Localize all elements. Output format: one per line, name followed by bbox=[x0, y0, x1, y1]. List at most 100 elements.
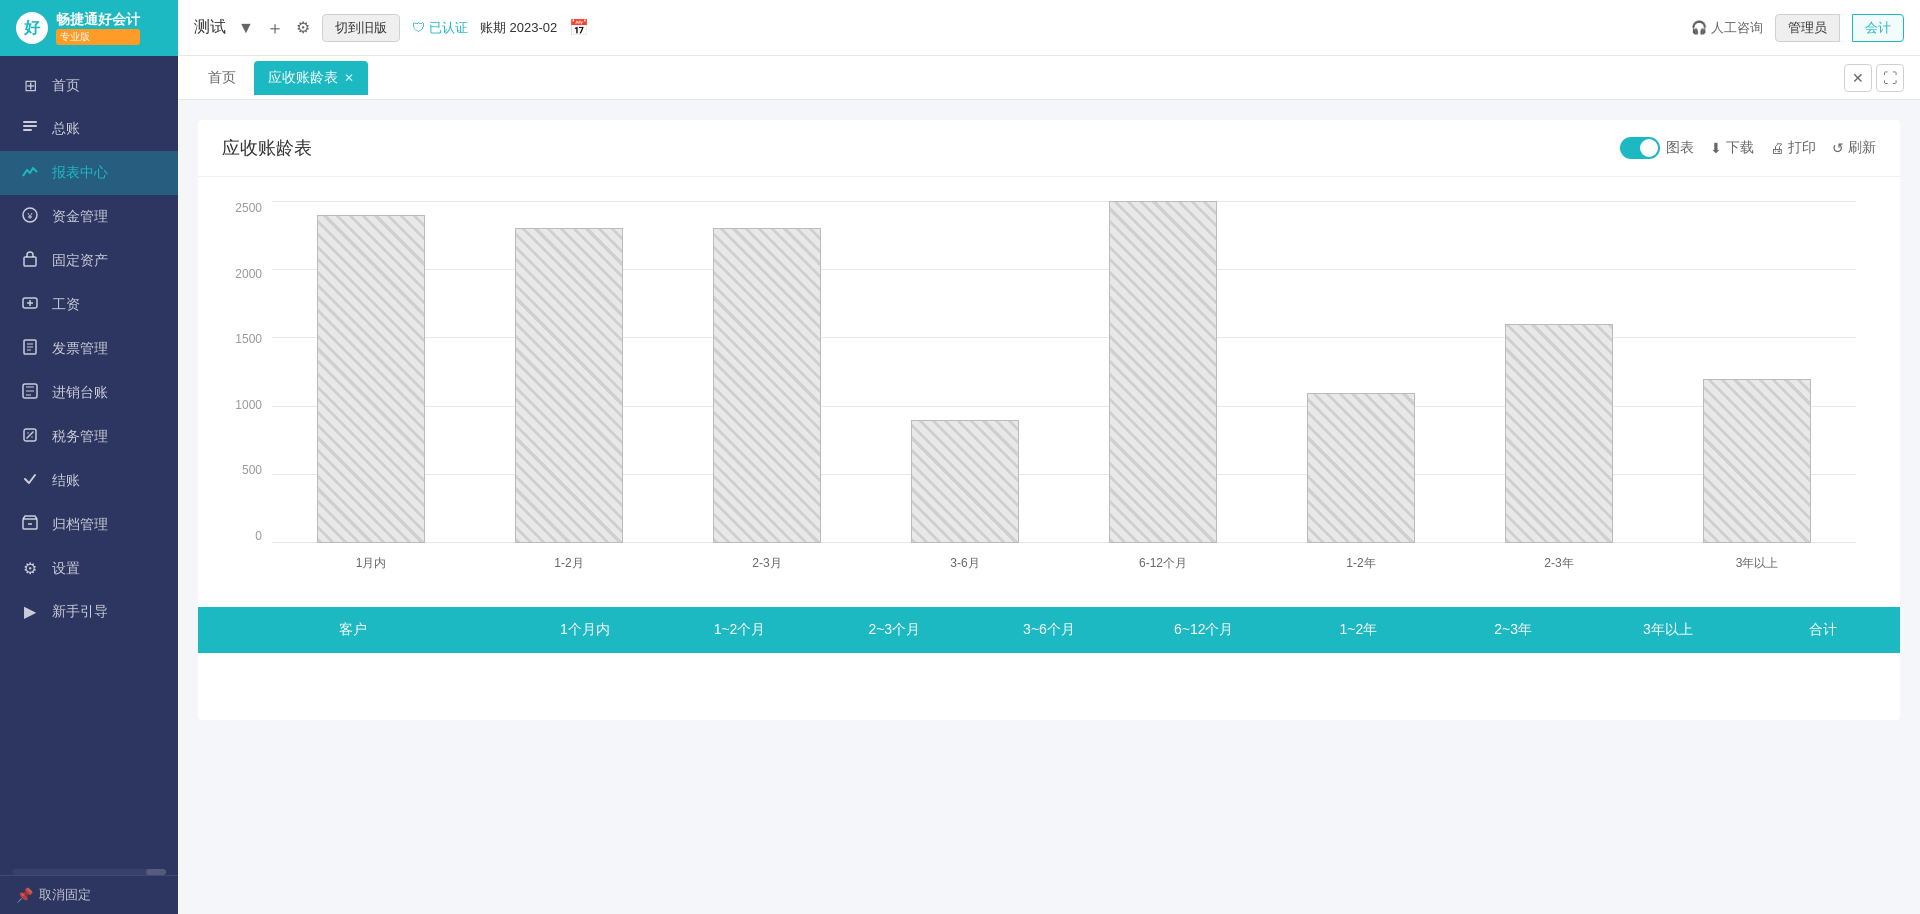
sidebar-label-ledger: 总账 bbox=[52, 120, 80, 138]
y-axis: 2500 2000 1500 1000 500 0 bbox=[222, 201, 262, 543]
sidebar-item-tax[interactable]: 税务管理 bbox=[0, 415, 178, 459]
sidebar-label-invoice: 发票管理 bbox=[52, 340, 108, 358]
tab-home[interactable]: 首页 bbox=[194, 61, 250, 95]
y-label-500: 500 bbox=[242, 463, 262, 477]
sidebar-label-tax: 税务管理 bbox=[52, 428, 108, 446]
logo-icon: 好 bbox=[16, 12, 48, 44]
x-label-2-3y: 2-3年 bbox=[1460, 547, 1658, 583]
archive-icon bbox=[20, 515, 40, 535]
accountant-btn[interactable]: 会计 bbox=[1852, 14, 1904, 42]
guide-icon: ▶ bbox=[20, 602, 40, 621]
period-label: 账期 2023-02 bbox=[480, 19, 557, 37]
chart-toggle[interactable] bbox=[1620, 137, 1660, 159]
home-icon: ⊞ bbox=[20, 76, 40, 95]
reports-icon bbox=[20, 163, 40, 183]
bar-1m bbox=[317, 215, 426, 543]
sidebar-label-funds: 资金管理 bbox=[52, 208, 108, 226]
sidebar-item-ledger[interactable]: 总账 bbox=[0, 107, 178, 151]
funds-icon: ¥ bbox=[20, 207, 40, 227]
sidebar-item-home[interactable]: ⊞ 首页 bbox=[0, 64, 178, 107]
sidebar-label-home: 首页 bbox=[52, 77, 80, 95]
bar-3-6m bbox=[911, 420, 1020, 543]
y-label-1000: 1000 bbox=[235, 398, 262, 412]
page-title: 应收账龄表 bbox=[222, 136, 1620, 160]
th-1m: 1个月内 bbox=[507, 607, 662, 653]
download-btn[interactable]: ⬇ 下载 bbox=[1710, 139, 1754, 157]
sidebar-item-reports[interactable]: 报表中心 bbox=[0, 151, 178, 195]
y-label-1500: 1500 bbox=[235, 332, 262, 346]
pin-icon: 📌 bbox=[16, 887, 33, 903]
admin-btn[interactable]: 管理员 bbox=[1775, 14, 1840, 42]
sidebar-item-guide[interactable]: ▶ 新手引导 bbox=[0, 590, 178, 633]
sidebar-item-closing[interactable]: 结账 bbox=[0, 459, 178, 503]
tab-ar-aging[interactable]: 应收账龄表 ✕ bbox=[254, 61, 368, 95]
th-2-3y: 2~3年 bbox=[1436, 607, 1591, 653]
company-name: 测试 bbox=[194, 17, 226, 38]
table-header: 客户 1个月内 1~2个月 2~3个月 3~6个月 6~12个月 1~2年 2~… bbox=[198, 607, 1900, 653]
y-label-2000: 2000 bbox=[235, 267, 262, 281]
sidebar-label-assets: 固定资产 bbox=[52, 252, 108, 270]
sidebar-item-archive[interactable]: 归档管理 bbox=[0, 503, 178, 547]
cancel-fixed-btn[interactable]: 📌 取消固定 bbox=[0, 875, 178, 914]
bar-2-3y bbox=[1505, 324, 1614, 543]
x-label-2-3m: 2-3月 bbox=[668, 547, 866, 583]
calendar-icon[interactable]: 📅 bbox=[569, 18, 589, 37]
refresh-label: 刷新 bbox=[1848, 139, 1876, 157]
bar-group-1-2y bbox=[1262, 201, 1460, 543]
invoice-icon bbox=[20, 339, 40, 359]
tab-close-icon[interactable]: ✕ bbox=[344, 71, 354, 85]
headset-icon: 🎧 bbox=[1691, 20, 1707, 35]
sidebar-item-funds[interactable]: ¥ 资金管理 bbox=[0, 195, 178, 239]
sidebar-item-invoice[interactable]: 发票管理 bbox=[0, 327, 178, 371]
bar-1-2m bbox=[515, 228, 624, 543]
bar-group-6-12m bbox=[1064, 201, 1262, 543]
bar-group-2-3y bbox=[1460, 201, 1658, 543]
settings-btn[interactable]: ⚙ bbox=[296, 18, 310, 37]
th-1-2m: 1~2个月 bbox=[662, 607, 817, 653]
tax-icon bbox=[20, 427, 40, 447]
company-dropdown-icon[interactable]: ▼ bbox=[238, 19, 254, 37]
page-header: 应收账龄表 图表 ⬇ 下载 🖨 打印 bbox=[198, 120, 1900, 177]
refresh-btn[interactable]: ↺ 刷新 bbox=[1832, 139, 1876, 157]
print-btn[interactable]: 🖨 打印 bbox=[1770, 139, 1816, 157]
add-company-btn[interactable]: ＋ bbox=[266, 16, 284, 40]
x-label-3-6m: 3-6月 bbox=[866, 547, 1064, 583]
sidebar-label-settings: 设置 bbox=[52, 560, 80, 578]
refresh-icon: ↺ bbox=[1832, 140, 1844, 156]
assets-icon bbox=[20, 251, 40, 271]
settings-icon: ⚙ bbox=[20, 559, 40, 578]
download-label: 下载 bbox=[1726, 139, 1754, 157]
period-value: 2023-02 bbox=[509, 20, 557, 35]
cancel-fixed-label: 取消固定 bbox=[39, 886, 91, 904]
chart-toggle-label: 图表 bbox=[1666, 139, 1694, 157]
sidebar-item-payroll[interactable]: 工资 bbox=[0, 283, 178, 327]
x-axis: 1月内 1-2月 2-3月 3-6月 6-12个月 1-2年 2-3年 3年以上 bbox=[272, 547, 1856, 583]
purchase-icon bbox=[20, 383, 40, 403]
payroll-icon bbox=[20, 295, 40, 315]
x-label-1m: 1月内 bbox=[272, 547, 470, 583]
x-label-6-12m: 6-12个月 bbox=[1064, 547, 1262, 583]
sidebar-item-purchase[interactable]: 进销台账 bbox=[0, 371, 178, 415]
sidebar-item-assets[interactable]: 固定资产 bbox=[0, 239, 178, 283]
svg-rect-2 bbox=[23, 129, 32, 131]
chart-bars bbox=[272, 201, 1856, 543]
svg-rect-5 bbox=[24, 257, 36, 266]
topbar: 测试 ▼ ＋ ⚙ 切到旧版 🛡 已认证 账期 2023-02 📅 🎧 人工咨询 … bbox=[178, 0, 1920, 56]
x-label-3y-plus: 3年以上 bbox=[1658, 547, 1856, 583]
sidebar-nav: ⊞ 首页 总账 报表中心 ¥ 资金管理 固定资产 bbox=[0, 56, 178, 869]
tab-expand-btn[interactable]: ⛶ bbox=[1876, 64, 1904, 92]
content-area: 应收账龄表 图表 ⬇ 下载 🖨 打印 bbox=[178, 100, 1920, 914]
y-label-2500: 2500 bbox=[235, 201, 262, 215]
print-label: 打印 bbox=[1788, 139, 1816, 157]
sidebar-label-closing: 结账 bbox=[52, 472, 80, 490]
sidebar-label-payroll: 工资 bbox=[52, 296, 80, 314]
ledger-icon bbox=[20, 119, 40, 139]
th-3y-plus: 3年以上 bbox=[1591, 607, 1746, 653]
tab-close-window-btn[interactable]: ✕ bbox=[1844, 64, 1872, 92]
th-2-3m: 2~3个月 bbox=[817, 607, 972, 653]
bar-2-3m bbox=[713, 228, 822, 543]
consult-btn[interactable]: 🎧 人工咨询 bbox=[1691, 19, 1763, 37]
sidebar-item-settings[interactable]: ⚙ 设置 bbox=[0, 547, 178, 590]
bar-group-3-6m bbox=[866, 201, 1064, 543]
switch-old-btn[interactable]: 切到旧版 bbox=[322, 14, 400, 42]
